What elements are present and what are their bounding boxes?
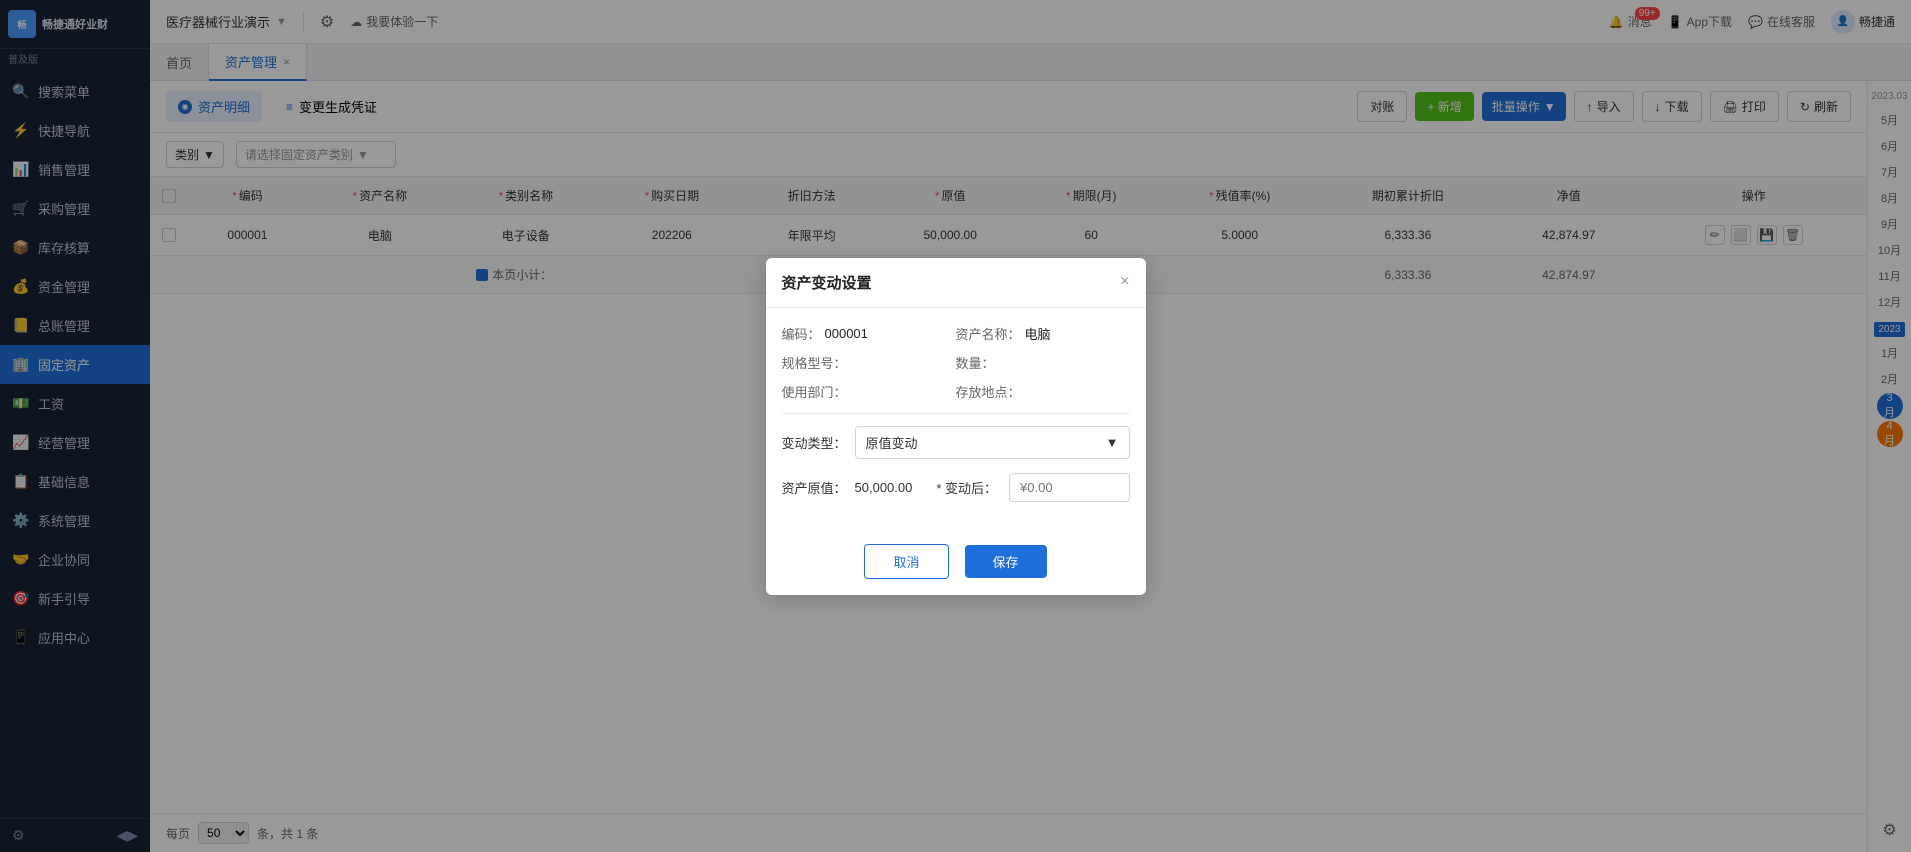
modal-location: 存放地点：: [956, 382, 1130, 401]
modal-divider: [782, 413, 1130, 414]
asset-change-modal: 资产变动设置 × 编码： 000001 资产名称： 电脑 规格型号： 数量：: [766, 258, 1146, 595]
modal-overlay: 资产变动设置 × 编码： 000001 资产名称： 电脑 规格型号： 数量：: [0, 0, 1911, 852]
modal-footer: 取消 保存: [766, 532, 1146, 595]
original-value-field: 资产原值： 50,000.00 * 变动后：: [782, 473, 1130, 502]
change-type-field: 变动类型： 原值变动 ▼: [782, 426, 1130, 459]
modal-dept: 使用部门：: [782, 382, 956, 401]
modal-title: 资产变动设置: [782, 272, 872, 293]
modal-body: 编码： 000001 资产名称： 电脑 规格型号： 数量： 使用部门：: [766, 308, 1146, 532]
modal-code: 编码： 000001: [782, 324, 956, 343]
cancel-button[interactable]: 取消: [864, 544, 948, 579]
modal-quantity: 数量：: [956, 353, 1130, 372]
modal-close-button[interactable]: ×: [1120, 273, 1129, 291]
save-button[interactable]: 保存: [965, 545, 1047, 578]
modal-header: 资产变动设置 ×: [766, 258, 1146, 308]
modal-spec: 规格型号：: [782, 353, 956, 372]
modal-asset-name: 资产名称： 电脑: [956, 324, 1130, 343]
modal-info-grid: 编码： 000001 资产名称： 电脑 规格型号： 数量： 使用部门：: [782, 324, 1130, 401]
after-value-input[interactable]: [1009, 473, 1129, 502]
chevron-down-icon: ▼: [1106, 435, 1119, 450]
change-type-select[interactable]: 原值变动 ▼: [855, 426, 1130, 459]
after-label: * 变动后：: [936, 478, 997, 497]
